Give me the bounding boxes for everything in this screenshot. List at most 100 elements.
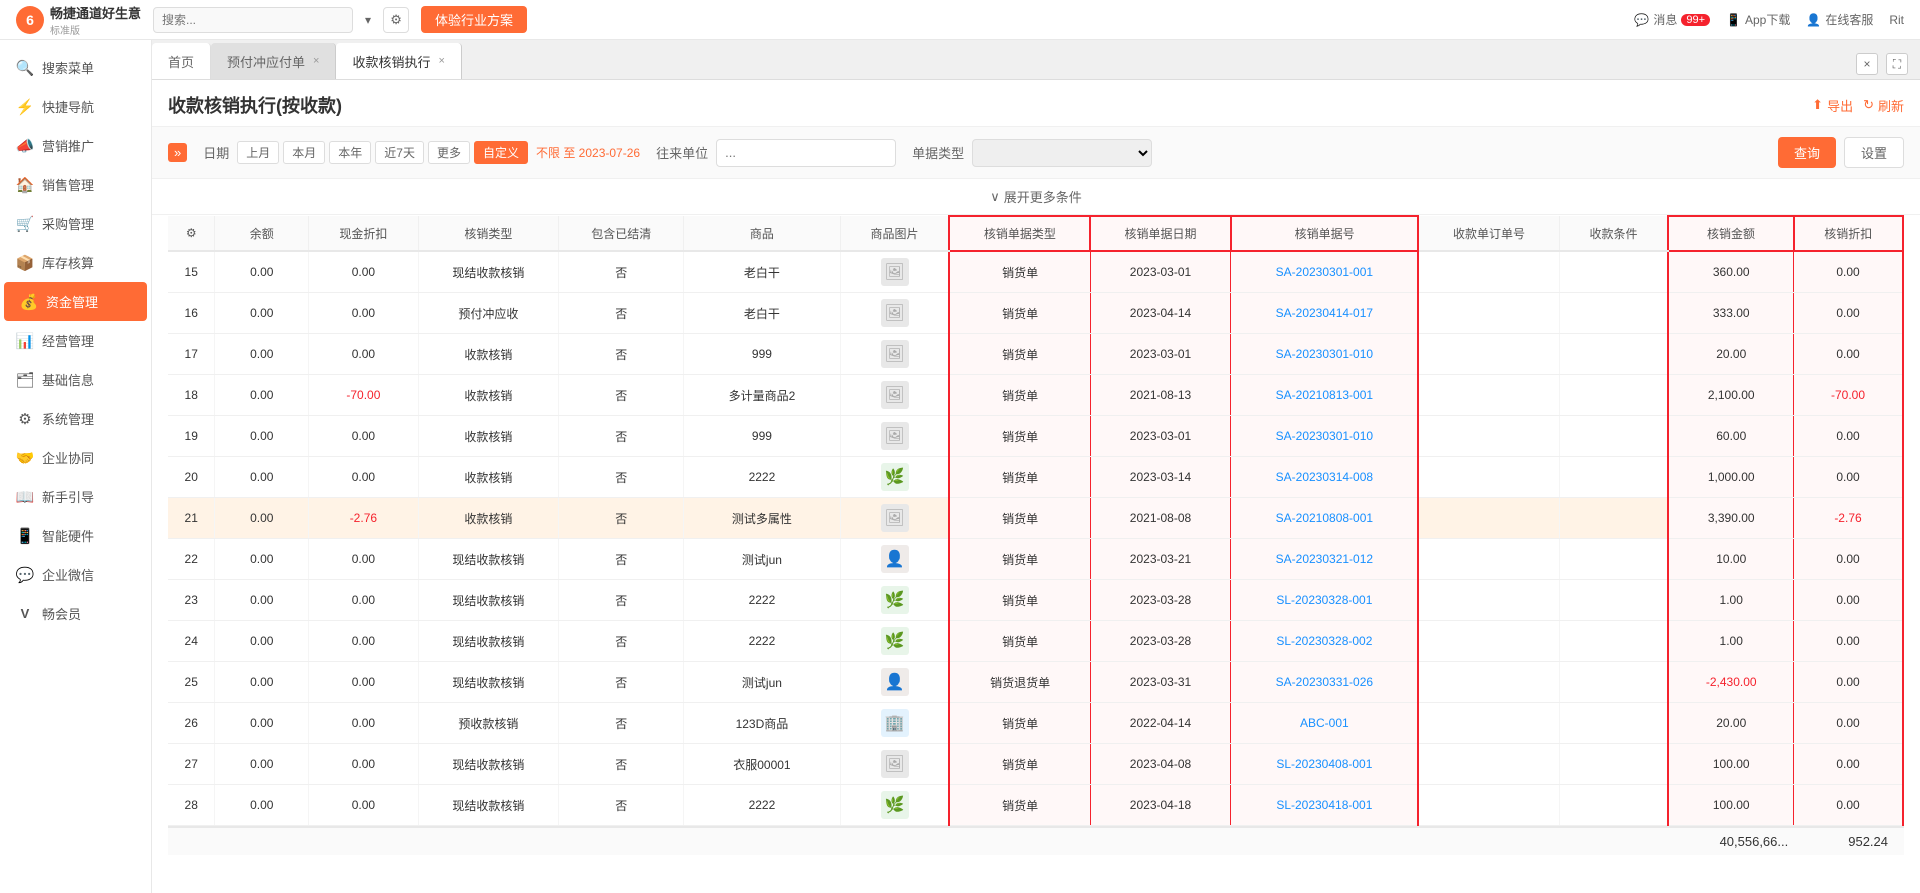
tab-close-btn[interactable]: × [1856, 53, 1878, 75]
writeoff-no-link[interactable]: SA-20230301-010 [1276, 347, 1373, 361]
operations-icon: 📊 [16, 332, 34, 350]
writeoff-no-link[interactable]: SL-20230418-001 [1276, 798, 1372, 812]
app-download-button[interactable]: 📱 App下载 [1726, 11, 1790, 28]
writeoff-voucher-type: 销货单 [949, 416, 1090, 457]
partner-input[interactable] [716, 139, 896, 167]
writeoff-no-link[interactable]: ABC-001 [1300, 716, 1349, 730]
logo-icon: 6 [16, 6, 44, 34]
writeoff-date: 2023-03-21 [1090, 539, 1231, 580]
goods-image-icon: 🖼 [881, 381, 909, 409]
top-search-input[interactable] [153, 7, 353, 33]
online-service-button[interactable]: 👤 在线客服 [1806, 11, 1873, 28]
writeoff-no-link[interactable]: SA-20230414-017 [1276, 306, 1373, 320]
sidebar-item-basic[interactable]: 🗂 基础信息 [0, 360, 151, 399]
filter-partner-group: 往来单位 [656, 139, 896, 167]
sidebar-item-hardware[interactable]: 📱 智能硬件 [0, 516, 151, 555]
balance: 0.00 [215, 251, 309, 293]
notification-button[interactable]: 💬 消息 99+ [1634, 11, 1710, 28]
tab-collection-close[interactable]: × [438, 55, 444, 67]
expand-more-button[interactable]: ∨ 展开更多条件 [982, 183, 1090, 210]
date-btn-this-month[interactable]: 本月 [283, 141, 325, 164]
collection-condition [1559, 580, 1668, 621]
sidebar-item-purchase[interactable]: 🛒 采购管理 [0, 204, 151, 243]
filter-voucher-group: 单据类型 [912, 139, 1152, 167]
writeoff-no-link[interactable]: SL-20230408-001 [1276, 757, 1372, 771]
sidebar-item-label: 库存核算 [42, 253, 94, 272]
date-btn-custom[interactable]: 自定义 [474, 141, 528, 164]
tab-collection[interactable]: 收款核销执行 × [336, 43, 461, 79]
dropdown-trigger[interactable]: ▾ [365, 13, 371, 27]
writeoff-voucher-type: 销货单 [949, 539, 1090, 580]
writeoff-no-link[interactable]: SL-20230328-001 [1276, 593, 1372, 607]
writeoff-no-link[interactable]: SA-20230314-008 [1276, 470, 1373, 484]
goods: 123D商品 [684, 703, 840, 744]
writeoff-no-link[interactable]: SA-20210808-001 [1276, 511, 1373, 525]
filter-arrow[interactable]: » [168, 143, 187, 162]
row-num: 25 [168, 662, 215, 703]
sidebar-item-operations[interactable]: 📊 经营管理 [0, 321, 151, 360]
writeoff-date: 2023-03-14 [1090, 457, 1231, 498]
app-download-icon: 📱 [1726, 13, 1741, 27]
refresh-button[interactable]: ↻ 刷新 [1863, 96, 1904, 115]
date-btn-last-month[interactable]: 上月 [237, 141, 279, 164]
writeoff-no-link[interactable]: SA-20210813-001 [1276, 388, 1373, 402]
writeoff-discount: 0.00 [1794, 457, 1904, 498]
export-button[interactable]: ⬆ 导出 [1812, 96, 1853, 115]
writeoff-no-link[interactable]: SA-20230331-026 [1276, 675, 1373, 689]
refresh-label: 刷新 [1878, 96, 1904, 115]
sidebar-item-sales[interactable]: 🏠 销售管理 [0, 165, 151, 204]
gear-icon: ⚙ [390, 12, 402, 28]
writeoff-no-link[interactable]: SA-20230301-010 [1276, 429, 1373, 443]
enterprise-icon: 🤝 [16, 449, 34, 467]
tab-prepay[interactable]: 预付冲应付单 × [211, 43, 336, 79]
writeoff-voucher-type: 销货单 [949, 293, 1090, 334]
tab-collection-label: 收款核销执行 [352, 52, 430, 71]
include-settled: 否 [559, 621, 684, 662]
th-settings[interactable]: ⚙ [168, 216, 215, 251]
sidebar-item-enterprise[interactable]: 🤝 企业协同 [0, 438, 151, 477]
industry-solution-button[interactable]: 体验行业方案 [421, 6, 527, 33]
sidebar-item-wechat[interactable]: 💬 企业微信 [0, 555, 151, 594]
tab-prepay-close[interactable]: × [313, 55, 319, 67]
sidebar-item-system[interactable]: ⚙ 系统管理 [0, 399, 151, 438]
goods-image: 🖼 [840, 416, 949, 457]
date-btn-this-year[interactable]: 本年 [329, 141, 371, 164]
sidebar-item-inventory[interactable]: 📦 库存核算 [0, 243, 151, 282]
collection-order-no [1418, 703, 1559, 744]
basic-icon: 🗂 [16, 371, 34, 389]
sidebar-item-guide[interactable]: 📖 新手引导 [0, 477, 151, 516]
filter-settings-button[interactable]: 设置 [1844, 137, 1904, 168]
voucher-type-select[interactable] [972, 139, 1152, 167]
tab-home[interactable]: 首页 [152, 43, 211, 79]
date-filter-label: 日期 [203, 143, 229, 162]
date-btn-more[interactable]: 更多 [428, 141, 470, 164]
writeoff-discount: 0.00 [1794, 744, 1904, 785]
writeoff-discount: 0.00 [1794, 251, 1904, 293]
query-button[interactable]: 查询 [1778, 137, 1836, 168]
settings-button[interactable]: ⚙ [383, 7, 409, 33]
writeoff-discount: 0.00 [1794, 621, 1904, 662]
user-name: Rit [1889, 13, 1904, 27]
date-btn-7days[interactable]: 近7天 [375, 141, 424, 164]
table-footer: 40,556,66... 952.24 [168, 826, 1904, 855]
sidebar-item-quick-nav[interactable]: ⚡ 快捷导航 [0, 87, 151, 126]
filter-expand-arrow[interactable]: » [168, 143, 187, 162]
table-container[interactable]: ⚙ 余额 现金折扣 核销类型 包含已结清 商品 商品图片 核销单据类型 核销单据… [152, 215, 1920, 893]
writeoff-voucher-type: 销货单 [949, 375, 1090, 416]
goods-image: 🌿 [840, 785, 949, 826]
sidebar-item-search-menu[interactable]: 🔍 搜索菜单 [0, 48, 151, 87]
sidebar-item-marketing[interactable]: 📣 营销推广 [0, 126, 151, 165]
writeoff-no-link[interactable]: SA-20230301-001 [1276, 265, 1373, 279]
tab-prepay-label: 预付冲应付单 [227, 52, 305, 71]
writeoff-type: 现结收款核销 [418, 785, 559, 826]
tab-expand-btn[interactable]: ⛶ [1886, 53, 1908, 75]
sidebar-item-finance[interactable]: 💰 资金管理 [4, 282, 147, 321]
writeoff-no-link[interactable]: SL-20230328-002 [1276, 634, 1372, 648]
sidebar-item-member[interactable]: V 畅会员 [0, 594, 151, 633]
include-settled: 否 [559, 375, 684, 416]
user-info[interactable]: Rit [1889, 13, 1904, 27]
goods-image: 🖼 [840, 334, 949, 375]
writeoff-no-link[interactable]: SA-20230321-012 [1276, 552, 1373, 566]
include-settled: 否 [559, 334, 684, 375]
collection-condition [1559, 334, 1668, 375]
